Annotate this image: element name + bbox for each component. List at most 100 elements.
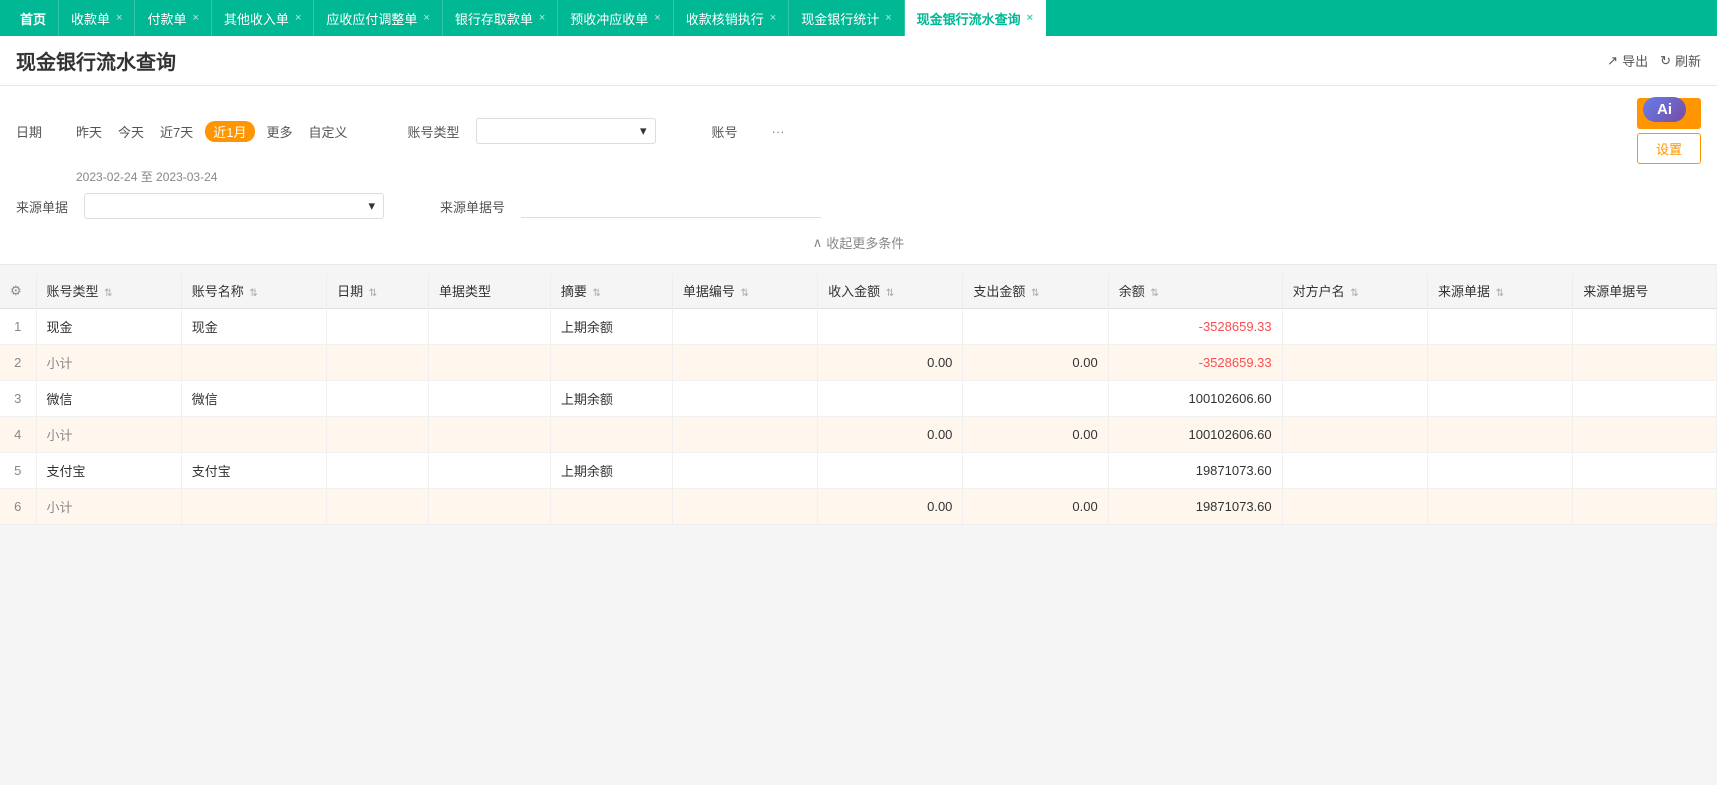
close-icon[interactable]: × <box>423 12 429 24</box>
sort-arrows-doc-no[interactable]: ⇅ <box>740 288 748 299</box>
sort-arrows-account-name[interactable]: ⇅ <box>249 288 257 299</box>
col-income: 收入金额 ⇅ <box>818 273 963 309</box>
refresh-icon: ↻ <box>1660 53 1671 69</box>
date-btn-today[interactable]: 今天 <box>114 121 148 142</box>
date-btn-7days[interactable]: 近7天 <box>156 121 197 142</box>
table-container: ⚙ 账号类型 ⇅ 账号名称 ⇅ 日期 ⇅ 单据类型 摘要 ⇅ 单据编号 ⇅ 收入… <box>0 273 1717 525</box>
ai-badge[interactable]: Ai <box>1643 97 1686 122</box>
filter-row-date: 日期 昨天 今天 近7天 近1月 更多 自定义 账号类型 ▾ 账号 ··· 查询… <box>16 98 1701 164</box>
nav-item-cash-bank-flow[interactable]: 现金银行流水查询 × <box>905 0 1046 36</box>
cell-account-name <box>181 345 326 381</box>
table-header-row: ⚙ 账号类型 ⇅ 账号名称 ⇅ 日期 ⇅ 单据类型 摘要 ⇅ 单据编号 ⇅ 收入… <box>0 273 1717 309</box>
nav-item-other-income[interactable]: 其他收入单 × <box>212 0 314 36</box>
cell-counterpart <box>1282 309 1427 345</box>
cell-balance: 19871073.60 <box>1108 453 1282 489</box>
nav-item-prepay-offset[interactable]: 预收冲应收单 × <box>558 0 673 36</box>
close-icon[interactable]: × <box>192 12 198 24</box>
cell-summary: 上期余额 <box>550 309 672 345</box>
sort-arrows-expense[interactable]: ⇅ <box>1031 288 1039 299</box>
source-doc-no-input[interactable] <box>521 194 821 218</box>
close-icon[interactable]: × <box>770 12 776 24</box>
cell-account-type: 现金 <box>36 309 181 345</box>
cell-doc-no <box>672 345 817 381</box>
close-icon[interactable]: × <box>539 12 545 24</box>
close-icon[interactable]: × <box>1027 12 1033 24</box>
cell-balance: 19871073.60 <box>1108 489 1282 525</box>
row-num: 6 <box>0 489 36 525</box>
source-doc-select[interactable]: ▾ <box>84 193 384 219</box>
nav-item-receipt[interactable]: 收款单 × <box>59 0 135 36</box>
table-row: 6 小计 0.00 0.00 19871073.60 <box>0 489 1717 525</box>
col-date: 日期 ⇅ <box>327 273 429 309</box>
refresh-button[interactable]: ↻ 刷新 <box>1660 51 1701 70</box>
cell-doc-no <box>672 453 817 489</box>
cell-date <box>327 345 429 381</box>
cell-counterpart <box>1282 417 1427 453</box>
close-icon[interactable]: × <box>116 12 122 24</box>
sort-arrows-date[interactable]: ⇅ <box>369 288 377 299</box>
cell-account-type: 微信 <box>36 381 181 417</box>
row-num: 3 <box>0 381 36 417</box>
cell-summary <box>550 417 672 453</box>
date-btn-1month[interactable]: 近1月 <box>205 121 254 142</box>
nav-item-home[interactable]: 首页 <box>8 0 59 36</box>
collapse-bar[interactable]: ∧ 收起更多条件 <box>16 229 1701 256</box>
sort-arrows-account-type[interactable]: ⇅ <box>104 288 112 299</box>
sort-arrows-summary[interactable]: ⇅ <box>593 288 601 299</box>
data-table: ⚙ 账号类型 ⇅ 账号名称 ⇅ 日期 ⇅ 单据类型 摘要 ⇅ 单据编号 ⇅ 收入… <box>0 273 1717 525</box>
cell-date <box>327 417 429 453</box>
cell-account-name: 支付宝 <box>181 453 326 489</box>
col-summary: 摘要 ⇅ <box>550 273 672 309</box>
cell-doc-type <box>428 345 550 381</box>
close-icon[interactable]: × <box>295 12 301 24</box>
date-label: 日期 <box>16 122 56 141</box>
cell-date <box>327 309 429 345</box>
chevron-down-icon: ▾ <box>368 198 375 214</box>
row-num: 2 <box>0 345 36 381</box>
cell-source-doc <box>1427 381 1572 417</box>
account-type-select[interactable]: ▾ <box>476 118 656 144</box>
cell-expense <box>963 309 1108 345</box>
cell-doc-no <box>672 489 817 525</box>
nav-item-payment[interactable]: 付款单 × <box>135 0 211 36</box>
gear-icon[interactable]: ⚙ <box>10 283 22 298</box>
source-doc-label: 来源单据 <box>16 197 68 216</box>
cell-doc-type <box>428 309 550 345</box>
col-doc-no: 单据编号 ⇅ <box>672 273 817 309</box>
table-row: 5 支付宝 支付宝 上期余额 19871073.60 <box>0 453 1717 489</box>
cell-income <box>818 381 963 417</box>
date-btn-custom[interactable]: 自定义 <box>305 121 352 142</box>
date-btn-yesterday[interactable]: 昨天 <box>72 121 106 142</box>
col-account-type: 账号类型 ⇅ <box>36 273 181 309</box>
sort-arrows-source-doc[interactable]: ⇅ <box>1496 288 1504 299</box>
nav-item-receipt-verify[interactable]: 收款核销执行 × <box>674 0 789 36</box>
date-btn-more[interactable]: 更多 <box>263 121 297 142</box>
cell-doc-type <box>428 417 550 453</box>
cell-source-doc-no <box>1573 417 1717 453</box>
sort-arrows-balance[interactable]: ⇅ <box>1150 288 1158 299</box>
col-expense: 支出金额 ⇅ <box>963 273 1108 309</box>
col-counterpart: 对方户名 ⇅ <box>1282 273 1427 309</box>
page-title: 现金银行流水查询 <box>16 46 176 75</box>
col-doc-type: 单据类型 <box>428 273 550 309</box>
nav-item-ar-ap-adjust[interactable]: 应收应付调整单 × <box>314 0 442 36</box>
nav-item-bank-deposit[interactable]: 银行存取款单 × <box>443 0 558 36</box>
account-dots[interactable]: ··· <box>772 124 785 139</box>
sort-arrows-income[interactable]: ⇅ <box>886 288 894 299</box>
cell-source-doc-no <box>1573 381 1717 417</box>
account-label: 账号 <box>712 122 752 141</box>
cell-expense: 0.00 <box>963 345 1108 381</box>
close-icon[interactable]: × <box>654 12 660 24</box>
export-button[interactable]: ↗ 导出 <box>1607 51 1648 70</box>
close-icon[interactable]: × <box>885 12 891 24</box>
cell-doc-no <box>672 309 817 345</box>
settings-button[interactable]: 设置 <box>1637 133 1701 164</box>
sort-arrows-counterpart[interactable]: ⇅ <box>1350 288 1358 299</box>
date-range-display: 2023-02-24 至 2023-03-24 <box>76 170 217 184</box>
cell-doc-no <box>672 381 817 417</box>
nav-item-cash-bank-stat[interactable]: 现金银行统计 × <box>789 0 904 36</box>
cell-balance: -3528659.33 <box>1108 309 1282 345</box>
cell-source-doc <box>1427 345 1572 381</box>
cell-account-name <box>181 489 326 525</box>
cell-expense: 0.00 <box>963 417 1108 453</box>
